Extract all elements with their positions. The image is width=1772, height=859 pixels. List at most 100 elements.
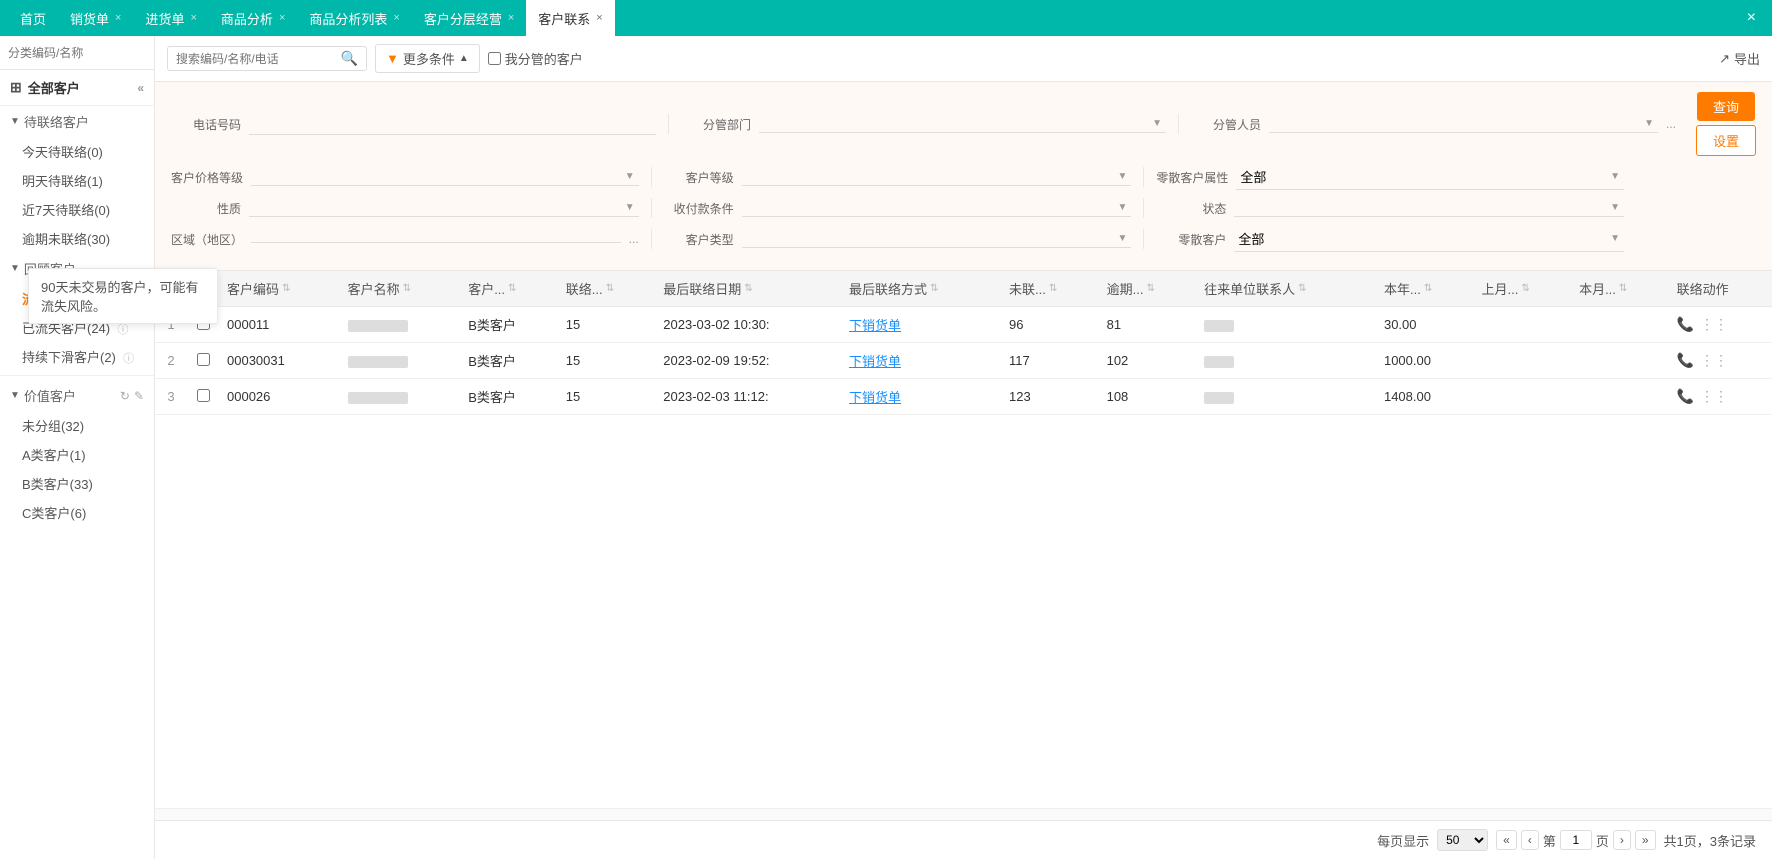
query-button[interactable]: 查询 <box>1697 92 1755 121</box>
row-actions: 📞 ⋮⋮ <box>1669 343 1772 379</box>
my-customers-checkbox[interactable] <box>488 52 501 65</box>
filter-retail-attr-label: 零散客户属性 <box>1156 169 1228 186</box>
settings-button[interactable]: 设置 <box>1696 125 1756 156</box>
row-last-month <box>1474 343 1572 379</box>
first-page-btn[interactable]: « <box>1496 830 1517 850</box>
sidebar-item-ungrouped[interactable]: 未分组(32) <box>0 411 154 440</box>
more-conditions-btn[interactable]: ▼ 更多条件 ▲ <box>375 44 480 73</box>
sort-name-icon[interactable]: ⇅ <box>403 283 411 294</box>
more-action-icon[interactable]: ⋮⋮ <box>1700 352 1728 369</box>
sidebar-item-class-a[interactable]: A类客户(1) <box>0 440 154 469</box>
row-last-way[interactable]: 下销货单 <box>841 307 1001 343</box>
chevron-up-icon: ▲ <box>459 53 469 64</box>
sidebar-item-7days[interactable]: 近7天待联络(0) <box>0 195 154 224</box>
sidebar: 🔍 ⊞ 全部客户 « ▼ 待联络客户 今天待联络(0) 明天待联络(1) 近7天… <box>0 36 155 859</box>
filter-more-2[interactable]: ... <box>629 232 639 246</box>
close-customer-contact-icon[interactable]: × <box>596 12 602 24</box>
sort-last-month-icon[interactable]: ⇅ <box>1521 283 1529 294</box>
payment-chevron-icon: ▼ <box>1117 202 1127 213</box>
filter-manager-select[interactable]: ▼ <box>1269 115 1658 133</box>
collapse-icon[interactable]: « <box>137 81 144 95</box>
refresh-icon[interactable]: ↻ <box>120 389 130 403</box>
filter-payment-select[interactable]: ▼ <box>742 199 1132 217</box>
sort-uncontacted-icon[interactable]: ⇅ <box>1049 283 1057 294</box>
more-action-icon[interactable]: ⋮⋮ <box>1700 316 1728 333</box>
contact-action-icon[interactable]: 📞 <box>1677 388 1694 405</box>
last-page-btn[interactable]: » <box>1635 830 1656 850</box>
nav-product-analysis[interactable]: 商品分析 × <box>209 0 297 36</box>
nav-product-analysis-list[interactable]: 商品分析列表 × <box>297 0 411 36</box>
sort-contact-icon[interactable]: ⇅ <box>606 283 614 294</box>
toolbar-search-icon[interactable]: 🔍 <box>341 50 358 67</box>
filter-customer-type-select[interactable]: ▼ <box>742 230 1132 248</box>
sort-this-year-icon[interactable]: ⇅ <box>1424 283 1432 294</box>
sort-this-month-icon[interactable]: ⇅ <box>1619 283 1627 294</box>
page-unit: 页 <box>1596 831 1609 850</box>
nav-sales[interactable]: 销货单 × <box>58 0 133 36</box>
price-level-chevron-icon: ▼ <box>625 171 635 182</box>
row-last-way[interactable]: 下销货单 <box>841 379 1001 415</box>
filter-region-select[interactable] <box>251 236 621 243</box>
toolbar-search-input[interactable] <box>176 52 341 66</box>
nav-home[interactable]: 首页 <box>8 0 58 36</box>
filter-price-level-select[interactable]: ▼ <box>251 168 639 186</box>
filter-customer-level-select[interactable]: ▼ <box>742 168 1132 186</box>
filter-dept-select[interactable]: ▼ <box>759 115 1166 133</box>
filter-customer-type: 客户类型 ▼ <box>664 230 1132 248</box>
next-page-btn[interactable]: › <box>1613 830 1631 850</box>
filter-more-1[interactable]: ... <box>1666 117 1676 131</box>
filter-retail-customer-select[interactable]: 全部▼ <box>1234 226 1624 252</box>
pagination: « ‹ 第 页 › » <box>1496 830 1655 850</box>
sidebar-group-value[interactable]: ▼ 价值客户 ↻ ✎ <box>0 380 154 411</box>
sort-type-icon[interactable]: ⇅ <box>508 283 516 294</box>
close-product-analysis-list-icon[interactable]: × <box>393 12 399 24</box>
horizontal-scrollbar[interactable] <box>155 808 1772 820</box>
export-btn[interactable]: ↗ 导出 <box>1719 49 1760 68</box>
per-page-select[interactable]: 50 20 100 <box>1437 829 1488 851</box>
close-all-btn[interactable]: × <box>1739 9 1764 27</box>
sidebar-item-overdue[interactable]: 逾期未联络(30) <box>0 224 154 253</box>
contact-action-icon[interactable]: 📞 <box>1677 316 1694 333</box>
filter-phone: 电话号码 <box>171 114 656 135</box>
main-layout: 🔍 ⊞ 全部客户 « ▼ 待联络客户 今天待联络(0) 明天待联络(1) 近7天… <box>0 36 1772 859</box>
row-last-date: 2023-03-02 10:30: <box>655 307 841 343</box>
sidebar-item-class-b[interactable]: B类客户(33) <box>0 469 154 498</box>
sidebar-item-tomorrow[interactable]: 明天待联络(1) <box>0 166 154 195</box>
nav-customer-tier[interactable]: 客户分层经营 × <box>412 0 526 36</box>
sidebar-search-input[interactable] <box>8 46 155 60</box>
page-number-input[interactable] <box>1560 830 1592 850</box>
prev-page-btn[interactable]: ‹ <box>1521 830 1539 850</box>
table-footer: 每页显示 50 20 100 « ‹ 第 页 › » 共1页，3条记录 <box>155 820 1772 859</box>
nav-customer-contact[interactable]: 客户联系 × <box>526 0 614 36</box>
sidebar-all-customers[interactable]: ⊞ 全部客户 « <box>0 70 154 106</box>
sort-last-way-icon[interactable]: ⇅ <box>930 283 938 294</box>
sort-last-date-icon[interactable]: ⇅ <box>744 283 752 294</box>
sort-code-icon[interactable]: ⇅ <box>282 283 290 294</box>
row-checkbox[interactable] <box>197 353 210 366</box>
filter-nature-select[interactable]: ▼ <box>249 199 639 217</box>
close-customer-tier-icon[interactable]: × <box>508 12 514 24</box>
more-action-icon[interactable]: ⋮⋮ <box>1700 388 1728 405</box>
filter-price-level: 客户价格等级 ▼ <box>171 168 639 186</box>
row-checkbox[interactable] <box>197 389 210 402</box>
close-product-analysis-icon[interactable]: × <box>279 12 285 24</box>
sidebar-item-declining[interactable]: 持续下滑客户(2) ⓘ <box>0 342 154 371</box>
filter-phone-input[interactable] <box>249 114 656 135</box>
sidebar-item-today[interactable]: 今天待联络(0) <box>0 137 154 166</box>
sidebar-item-class-c[interactable]: C类客户(6) <box>0 498 154 527</box>
nav-purchase[interactable]: 进货单 × <box>133 0 208 36</box>
edit-icon[interactable]: ✎ <box>134 389 144 403</box>
group-arrow-recall: ▼ <box>10 263 20 274</box>
table-wrapper: ⚙ 客户编码 ⇅ 客户名称 <box>155 271 1772 808</box>
sort-overdue-icon[interactable]: ⇅ <box>1146 283 1154 294</box>
manager-chevron-icon: ▼ <box>1644 118 1654 129</box>
row-checkbox-cell <box>187 343 219 379</box>
row-last-way[interactable]: 下销货单 <box>841 343 1001 379</box>
close-purchase-icon[interactable]: × <box>190 12 196 24</box>
contact-action-icon[interactable]: 📞 <box>1677 352 1694 369</box>
sort-person-icon[interactable]: ⇅ <box>1298 283 1306 294</box>
filter-retail-attr-select[interactable]: 全部▼ <box>1236 164 1624 190</box>
filter-status-select[interactable]: ▼ <box>1234 199 1624 217</box>
sidebar-group-pending[interactable]: ▼ 待联络客户 <box>0 106 154 137</box>
close-sales-icon[interactable]: × <box>115 12 121 24</box>
